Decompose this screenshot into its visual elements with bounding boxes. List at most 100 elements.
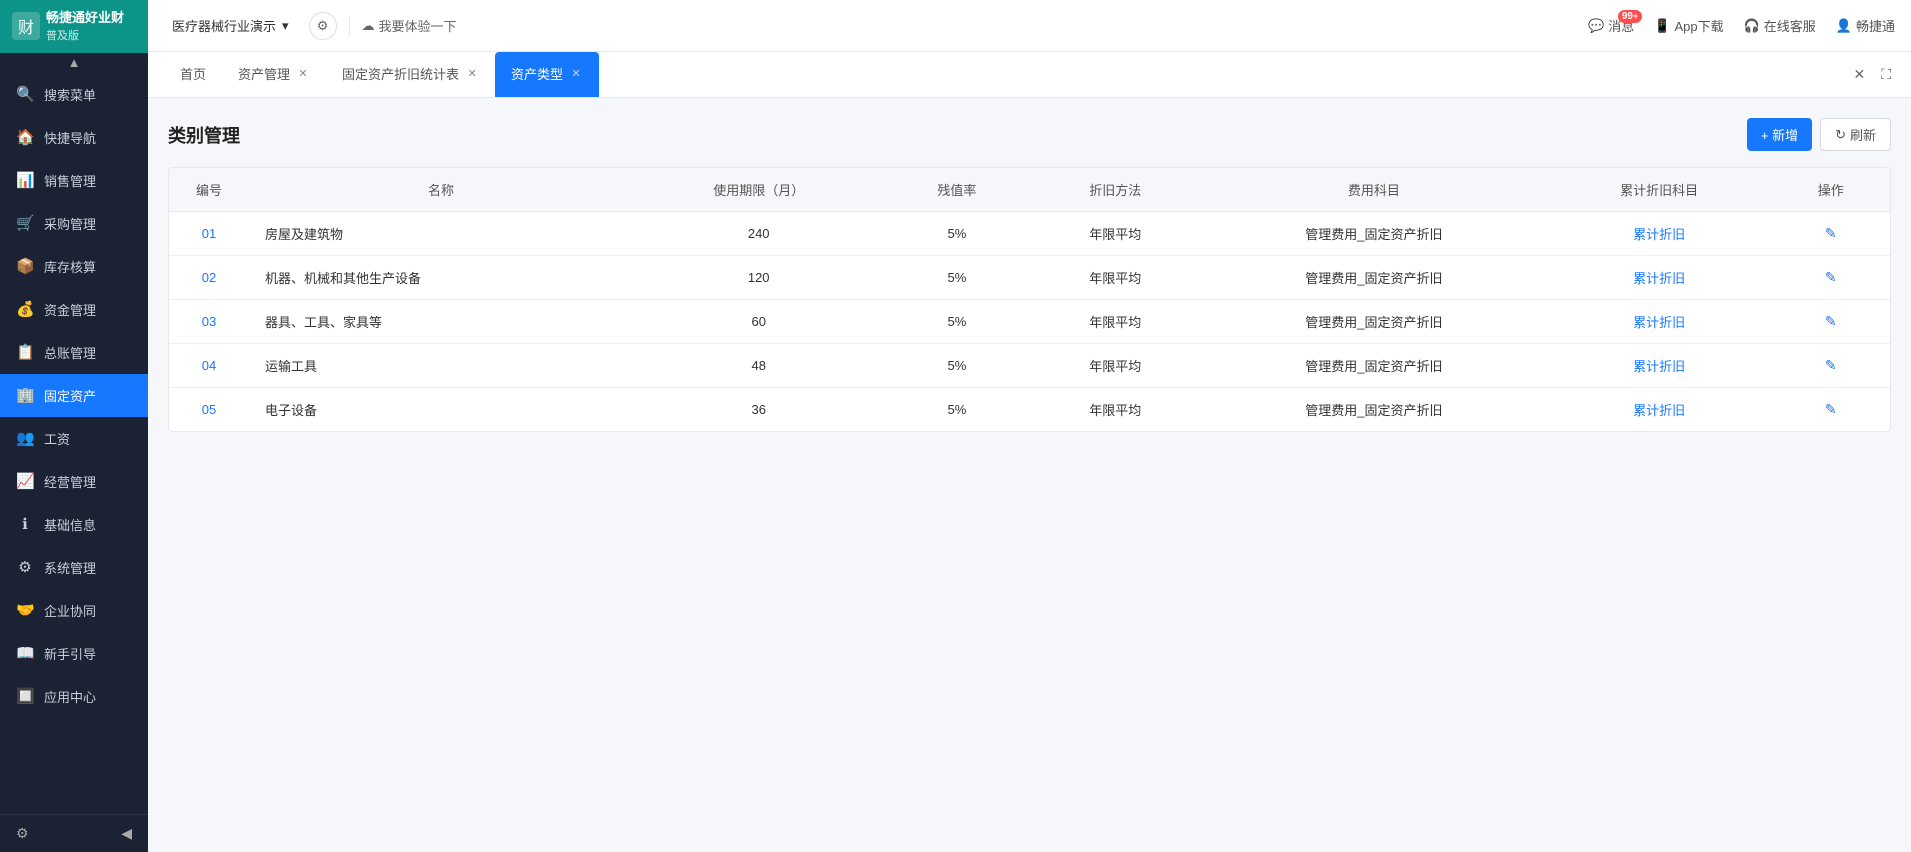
topbar-experience[interactable]: ☁ 我要体验一下 (362, 16, 457, 35)
cell-id-1: 02 (169, 256, 249, 300)
sidebar-icon-operations: 📈 (16, 472, 34, 490)
cell-action-2[interactable]: ✎ (1771, 300, 1890, 344)
app-logo: 财 (12, 12, 40, 40)
tab-depreciation-label: 固定资产折旧统计表 (342, 64, 459, 83)
sidebar-collapse-button[interactable]: ◀ (121, 825, 132, 842)
sidebar-icon-basic-info: ℹ (16, 515, 34, 533)
company-selector[interactable]: 医疗器械行业演示 ▾ (164, 12, 297, 39)
cell-name-1: 机器、机械和其他生产设备 (249, 256, 633, 300)
sidebar-label-ledger: 总账管理 (44, 343, 96, 362)
category-table: 编号 名称 使用期限（月） 残值率 折旧方法 费用科目 累计折旧科目 操作 01… (168, 167, 1891, 432)
edit-icon-4[interactable]: ✎ (1825, 401, 1837, 417)
sidebar-settings-button[interactable]: ⚙ (16, 825, 29, 842)
cell-name-4: 电子设备 (249, 388, 633, 432)
cell-residual-0: 5% (884, 212, 1029, 256)
cell-accumulated-2: 累计折旧 (1547, 300, 1772, 344)
col-id: 编号 (169, 168, 249, 212)
sidebar-item-enterprise[interactable]: 🤝 企业协同 (0, 589, 148, 632)
user-avatar[interactable]: 👤 畅捷通 (1836, 16, 1895, 35)
sidebar-icon-purchase: 🛒 (16, 214, 34, 232)
tabbar-maximize-button[interactable]: ⛶ (1877, 62, 1895, 87)
tabbar-close-button[interactable]: ✕ (1849, 62, 1869, 87)
tab-asset-type-close[interactable]: ✕ (569, 67, 583, 81)
cell-period-0: 240 (633, 212, 884, 256)
tab-asset-type[interactable]: 资产类型 ✕ (495, 52, 599, 97)
sidebar-item-operations[interactable]: 📈 经营管理 (0, 460, 148, 503)
sidebar-item-purchase[interactable]: 🛒 采购管理 (0, 202, 148, 245)
sidebar-item-inventory[interactable]: 📦 库存核算 (0, 245, 148, 288)
table-row: 04 运输工具 48 5% 年限平均 管理费用_固定资产折旧 累计折旧 ✎ (169, 344, 1890, 388)
sidebar-item-sales[interactable]: 📊 销售管理 (0, 159, 148, 202)
cell-accumulated-1: 累计折旧 (1547, 256, 1772, 300)
edit-icon-3[interactable]: ✎ (1825, 357, 1837, 373)
sidebar-icon-capital: 💰 (16, 300, 34, 318)
refresh-button[interactable]: ↻ 刷新 (1820, 118, 1891, 151)
sidebar-item-ledger[interactable]: 📋 总账管理 (0, 331, 148, 374)
sidebar-label-inventory: 库存核算 (44, 257, 96, 276)
sidebar-icon-sales: 📊 (16, 171, 34, 189)
refresh-label: 刷新 (1850, 125, 1876, 144)
cell-id-0: 01 (169, 212, 249, 256)
sidebar-label-enterprise: 企业协同 (44, 601, 96, 620)
messages-badge: 99+ (1618, 10, 1642, 23)
user-label: 畅捷通 (1856, 16, 1895, 35)
sidebar-item-fixed-assets[interactable]: 🏢 固定资产 (0, 374, 148, 417)
cell-period-3: 48 (633, 344, 884, 388)
app-download-button[interactable]: 📱 App下载 (1654, 16, 1723, 35)
tab-asset-mgmt-close[interactable]: ✕ (296, 67, 310, 81)
sidebar-item-system[interactable]: ⚙ 系统管理 (0, 546, 148, 589)
edit-icon-1[interactable]: ✎ (1825, 269, 1837, 285)
cell-action-0[interactable]: ✎ (1771, 212, 1890, 256)
cell-expense-4: 管理费用_固定资产折旧 (1201, 388, 1547, 432)
sidebar-menu: 🔍 搜索菜单 🏠 快捷导航 📊 销售管理 🛒 采购管理 📦 库存核算 💰 资金管… (0, 73, 148, 814)
page-title: 类别管理 (168, 122, 240, 148)
sidebar-label-fixed-assets: 固定资产 (44, 386, 96, 405)
cell-period-2: 60 (633, 300, 884, 344)
sidebar-item-payroll[interactable]: 👥 工资 (0, 417, 148, 460)
page-content: 类别管理 + 新增 ↻ 刷新 编号 名称 使用期限（月） 残值率 折旧方法 (148, 98, 1911, 852)
cell-name-2: 器具、工具、家具等 (249, 300, 633, 344)
sidebar-item-app-center[interactable]: 🔲 应用中心 (0, 675, 148, 718)
tab-home[interactable]: 首页 (164, 52, 222, 97)
cell-accumulated-3: 累计折旧 (1547, 344, 1772, 388)
topbar-divider (349, 16, 350, 36)
sidebar-icon-search: 🔍 (16, 85, 34, 103)
cell-action-1[interactable]: ✎ (1771, 256, 1890, 300)
topbar-settings-button[interactable]: ⚙ (309, 12, 337, 40)
tab-asset-mgmt[interactable]: 资产管理 ✕ (222, 52, 326, 97)
tab-depreciation[interactable]: 固定资产折旧统计表 ✕ (326, 52, 495, 97)
cell-period-1: 120 (633, 256, 884, 300)
cell-action-4[interactable]: ✎ (1771, 388, 1890, 432)
tab-depreciation-close[interactable]: ✕ (465, 67, 479, 81)
sidebar-item-quick-nav[interactable]: 🏠 快捷导航 (0, 116, 148, 159)
app-download-label: App下载 (1674, 16, 1723, 35)
sidebar-label-quick-nav: 快捷导航 (44, 128, 96, 147)
sidebar-item-guide[interactable]: 📖 新手引导 (0, 632, 148, 675)
cell-method-1: 年限平均 (1029, 256, 1201, 300)
sidebar-item-capital[interactable]: 💰 资金管理 (0, 288, 148, 331)
customer-service-button[interactable]: 🎧 在线客服 (1744, 16, 1816, 35)
user-icon: 👤 (1836, 18, 1852, 34)
new-button[interactable]: + 新增 (1747, 118, 1812, 151)
col-accumulated: 累计折旧科目 (1547, 168, 1772, 212)
app-name: 畅捷通好业财 (46, 10, 124, 27)
app-download-icon: 📱 (1654, 18, 1670, 34)
sidebar-scroll-up[interactable]: ▲ (0, 53, 148, 73)
tab-home-label: 首页 (180, 64, 206, 83)
sidebar-icon-quick-nav: 🏠 (16, 128, 34, 146)
customer-service-icon: 🎧 (1744, 18, 1760, 34)
cell-id-3: 04 (169, 344, 249, 388)
table-row: 02 机器、机械和其他生产设备 120 5% 年限平均 管理费用_固定资产折旧 … (169, 256, 1890, 300)
cell-action-3[interactable]: ✎ (1771, 344, 1890, 388)
sidebar-label-search: 搜索菜单 (44, 85, 96, 104)
topbar: 医疗器械行业演示 ▾ ⚙ ☁ 我要体验一下 💬 消息 99+ 📱 App下载 🎧… (148, 0, 1911, 52)
messages-button[interactable]: 💬 消息 99+ (1588, 16, 1634, 35)
edit-icon-0[interactable]: ✎ (1825, 225, 1837, 241)
edit-icon-2[interactable]: ✎ (1825, 313, 1837, 329)
sidebar: 财 畅捷通好业财 普及版 ▲ 🔍 搜索菜单 🏠 快捷导航 📊 销售管理 🛒 采购… (0, 0, 148, 852)
sidebar-item-search[interactable]: 🔍 搜索菜单 (0, 73, 148, 116)
messages-icon: 💬 (1588, 18, 1604, 34)
sidebar-item-basic-info[interactable]: ℹ 基础信息 (0, 503, 148, 546)
sidebar-icon-fixed-assets: 🏢 (16, 386, 34, 404)
topbar-right: 💬 消息 99+ 📱 App下载 🎧 在线客服 👤 畅捷通 (1588, 16, 1895, 35)
